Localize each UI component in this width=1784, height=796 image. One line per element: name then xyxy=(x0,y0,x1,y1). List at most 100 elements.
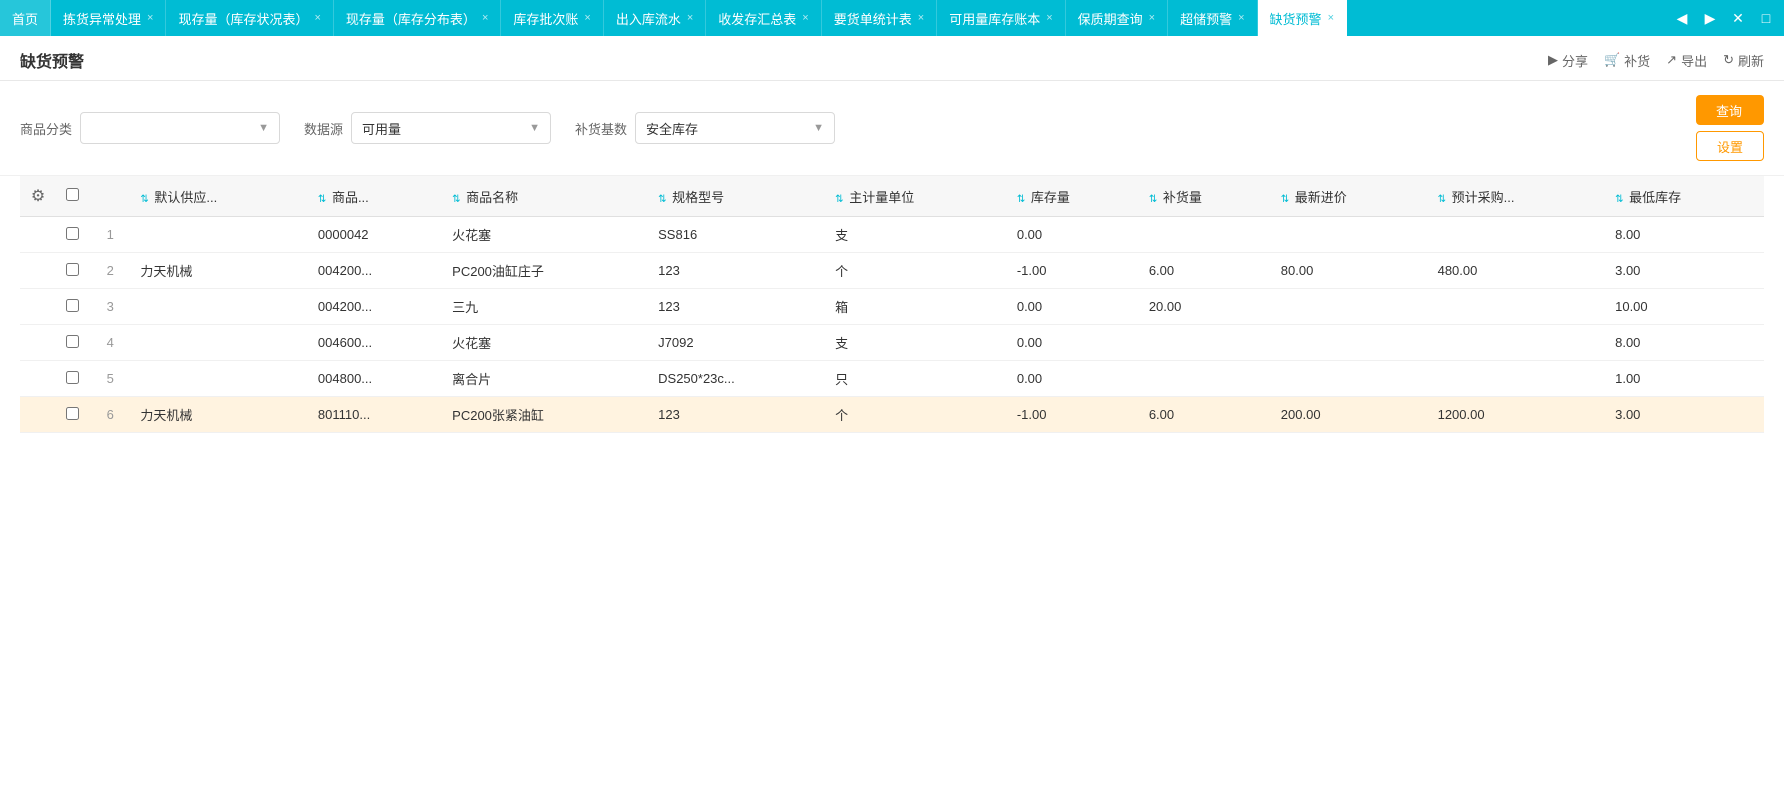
row-checkbox-cell xyxy=(56,217,88,253)
row-checkbox[interactable] xyxy=(66,263,79,276)
row-gear-cell xyxy=(20,289,56,325)
nav-next-btn[interactable]: ▶ xyxy=(1696,4,1724,32)
row-replenish: 20.00 xyxy=(1141,289,1273,325)
nav-tab-available[interactable]: 可用量库存账本 × xyxy=(937,0,1065,36)
nav-prev-btn[interactable]: ◀ xyxy=(1668,4,1696,32)
row-default-supplier xyxy=(132,325,310,361)
replenishment-base-label: 补货基数 xyxy=(575,119,627,138)
close-tab-stock-dist[interactable]: × xyxy=(482,12,488,24)
replenish-button[interactable]: 🛒 补货 xyxy=(1604,51,1650,70)
close-tab-overstock[interactable]: × xyxy=(1238,12,1244,24)
nav-close-btn[interactable]: ✕ xyxy=(1724,4,1752,32)
row-spec: 123 xyxy=(650,397,827,433)
select-all-checkbox[interactable] xyxy=(66,188,79,201)
row-checkbox[interactable] xyxy=(66,227,79,240)
sort-icon: ⇅ xyxy=(658,194,666,205)
row-replenish: 6.00 xyxy=(1141,397,1273,433)
column-row-num xyxy=(88,176,132,217)
row-default-supplier: 力天机械 xyxy=(132,253,310,289)
sort-icon: ⇅ xyxy=(1149,194,1157,205)
nav-tab-batch[interactable]: 库存批次账 × xyxy=(501,0,603,36)
nav-tab-picking[interactable]: 拣货异常处理 × xyxy=(51,0,166,36)
row-spec: 123 xyxy=(650,253,827,289)
data-source-filter: 数据源 可用量 ▼ xyxy=(304,112,551,144)
row-commodity-name: 离合片 xyxy=(444,361,650,397)
row-latest-price xyxy=(1273,361,1430,397)
nav-tab-expiry[interactable]: 保质期查询 × xyxy=(1066,0,1168,36)
replenishment-base-filter: 补货基数 安全库存 ▼ xyxy=(575,112,835,144)
column-latest-price: ⇅ 最新进价 xyxy=(1273,176,1430,217)
column-stock: ⇅ 库存量 xyxy=(1009,176,1141,217)
close-tab-available[interactable]: × xyxy=(1046,12,1052,24)
row-gear-cell xyxy=(20,397,56,433)
row-checkbox[interactable] xyxy=(66,335,79,348)
settings-button[interactable]: 设置 xyxy=(1696,131,1764,161)
nav-tab-shortage[interactable]: 缺货预警 × xyxy=(1258,0,1347,36)
close-tab-batch[interactable]: × xyxy=(584,12,590,24)
row-commodity-name: 三九 xyxy=(444,289,650,325)
row-stock: -1.00 xyxy=(1009,253,1141,289)
row-stock: 0.00 xyxy=(1009,361,1141,397)
replenishment-base-value: 安全库存 xyxy=(646,119,805,138)
nav-expand-btn[interactable]: □ xyxy=(1752,4,1780,32)
commodity-class-select[interactable]: ▼ xyxy=(80,112,280,144)
row-min-stock: 3.00 xyxy=(1607,397,1764,433)
nav-tab-stock-status[interactable]: 现存量（库存状况表） × xyxy=(166,0,333,36)
query-button[interactable]: 查询 xyxy=(1696,95,1764,125)
data-source-label: 数据源 xyxy=(304,119,343,138)
close-tab-shortage[interactable]: × xyxy=(1328,12,1334,24)
header-actions: ▶ 分享 🛒 补货 ↗ 导出 ↻ 刷新 xyxy=(1548,51,1764,70)
row-number: 4 xyxy=(88,325,132,361)
row-number: 1 xyxy=(88,217,132,253)
row-gear-cell xyxy=(20,217,56,253)
row-spec: 123 xyxy=(650,289,827,325)
nav-tab-flow[interactable]: 出入库流水 × xyxy=(604,0,706,36)
data-source-value: 可用量 xyxy=(362,119,521,138)
row-replenish xyxy=(1141,361,1273,397)
data-source-select[interactable]: 可用量 ▼ xyxy=(351,112,551,144)
column-spec: ⇅ 规格型号 xyxy=(650,176,827,217)
page-header: 缺货预警 ▶ 分享 🛒 补货 ↗ 导出 ↻ 刷新 xyxy=(0,36,1784,81)
refresh-button[interactable]: ↻ 刷新 xyxy=(1723,51,1764,70)
sort-icon: ⇅ xyxy=(1281,194,1289,205)
column-commodity-name: ⇅ 商品名称 xyxy=(444,176,650,217)
nav-controls: ◀ ▶ ✕ □ xyxy=(1668,4,1784,32)
row-commodity-name: 火花塞 xyxy=(444,217,650,253)
row-estimated-purchase xyxy=(1430,325,1608,361)
row-checkbox[interactable] xyxy=(66,371,79,384)
row-estimated-purchase xyxy=(1430,217,1608,253)
row-min-stock: 1.00 xyxy=(1607,361,1764,397)
export-button[interactable]: ↗ 导出 xyxy=(1666,51,1707,70)
share-button[interactable]: ▶ 分享 xyxy=(1548,51,1588,70)
row-spec: DS250*23c... xyxy=(650,361,827,397)
nav-tab-overstock[interactable]: 超储预警 × xyxy=(1168,0,1257,36)
row-checkbox[interactable] xyxy=(66,407,79,420)
column-estimated-purchase: ⇅ 预计采购... xyxy=(1430,176,1608,217)
gear-icon[interactable]: ⚙ xyxy=(31,188,45,205)
close-tab-stock-status[interactable]: × xyxy=(314,12,320,24)
row-replenish xyxy=(1141,217,1273,253)
close-tab-summary[interactable]: × xyxy=(802,12,808,24)
row-commodity-code: 0000042 xyxy=(310,217,444,253)
replenishment-base-select[interactable]: 安全库存 ▼ xyxy=(635,112,835,144)
table-row: 5 004800... 离合片 DS250*23c... 只 0.00 1.00 xyxy=(20,361,1764,397)
table-row: 2 力天机械 004200... PC200油缸庄子 123 个 -1.00 6… xyxy=(20,253,1764,289)
nav-tab-summary[interactable]: 收发存汇总表 × xyxy=(706,0,821,36)
row-checkbox[interactable] xyxy=(66,299,79,312)
row-default-supplier: 力天机械 xyxy=(132,397,310,433)
close-tab-requisition[interactable]: × xyxy=(918,12,924,24)
nav-tab-home[interactable]: 首页 xyxy=(0,0,51,36)
row-commodity-name: PC200油缸庄子 xyxy=(444,253,650,289)
close-tab-flow[interactable]: × xyxy=(687,12,693,24)
column-unit: ⇅ 主计量单位 xyxy=(827,176,1009,217)
row-checkbox-cell xyxy=(56,289,88,325)
close-tab-expiry[interactable]: × xyxy=(1149,12,1155,24)
nav-tab-stock-dist[interactable]: 现存量（库存分布表） × xyxy=(334,0,501,36)
close-tab-picking[interactable]: × xyxy=(147,12,153,24)
row-estimated-purchase: 1200.00 xyxy=(1430,397,1608,433)
row-min-stock: 8.00 xyxy=(1607,217,1764,253)
row-commodity-code: 004800... xyxy=(310,361,444,397)
nav-tab-requisition[interactable]: 要货单统计表 × xyxy=(822,0,937,36)
refresh-icon: ↻ xyxy=(1723,52,1734,68)
row-min-stock: 3.00 xyxy=(1607,253,1764,289)
